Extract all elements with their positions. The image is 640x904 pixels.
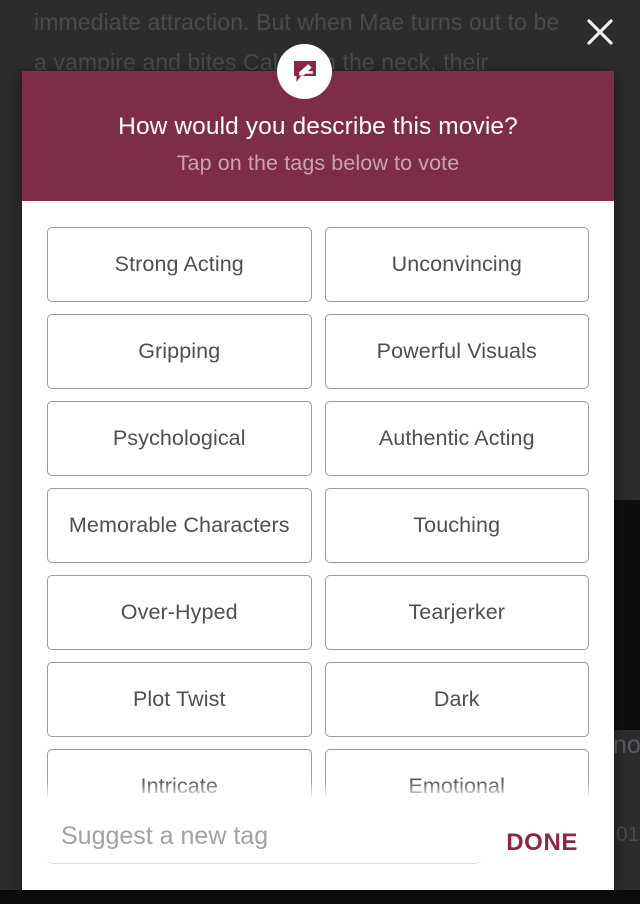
done-button[interactable]: DONE [482,819,596,867]
tag-button[interactable]: Plot Twist [47,662,312,737]
tag-button[interactable]: Over-Hyped [47,575,312,650]
tag-button[interactable]: Unconvincing [324,227,589,302]
tag-button[interactable]: Gripping [47,314,312,389]
background-right-word: no [613,731,640,759]
background-right-number: 01 [616,823,640,846]
tag-grid: Strong Acting Unconvincing Gripping Powerfu… [22,201,614,824]
tag-button[interactable]: Tearjerker [324,575,589,650]
tag-button[interactable]: Touching [324,488,589,563]
tag-button[interactable]: Memorable Characters [47,488,312,563]
close-icon [585,17,615,47]
suggest-tag-field-wrapper [46,812,483,874]
modal-subtitle: Tap on the tags below to vote [176,151,460,175]
tag-edit-speech-bubble-icon [292,59,318,85]
background-dark-block [612,500,640,730]
modal-footer: DONE [22,796,614,890]
tag-button[interactable]: Powerful Visuals [324,314,589,389]
tag-edit-badge [277,44,332,99]
tag-button[interactable]: Strong Acting [47,227,312,302]
tag-button[interactable]: Dark [324,662,589,737]
background-bottom-band [0,890,640,904]
suggest-tag-input[interactable] [46,822,483,864]
tag-button[interactable]: Psychological [47,401,312,476]
tag-vote-modal: How would you describe this movie? Tap o… [22,71,614,890]
close-button[interactable] [572,4,628,60]
tag-list-scroll-area[interactable]: Strong Acting Unconvincing Gripping Powerfu… [22,201,614,890]
tag-button[interactable]: Authentic Acting [324,401,589,476]
